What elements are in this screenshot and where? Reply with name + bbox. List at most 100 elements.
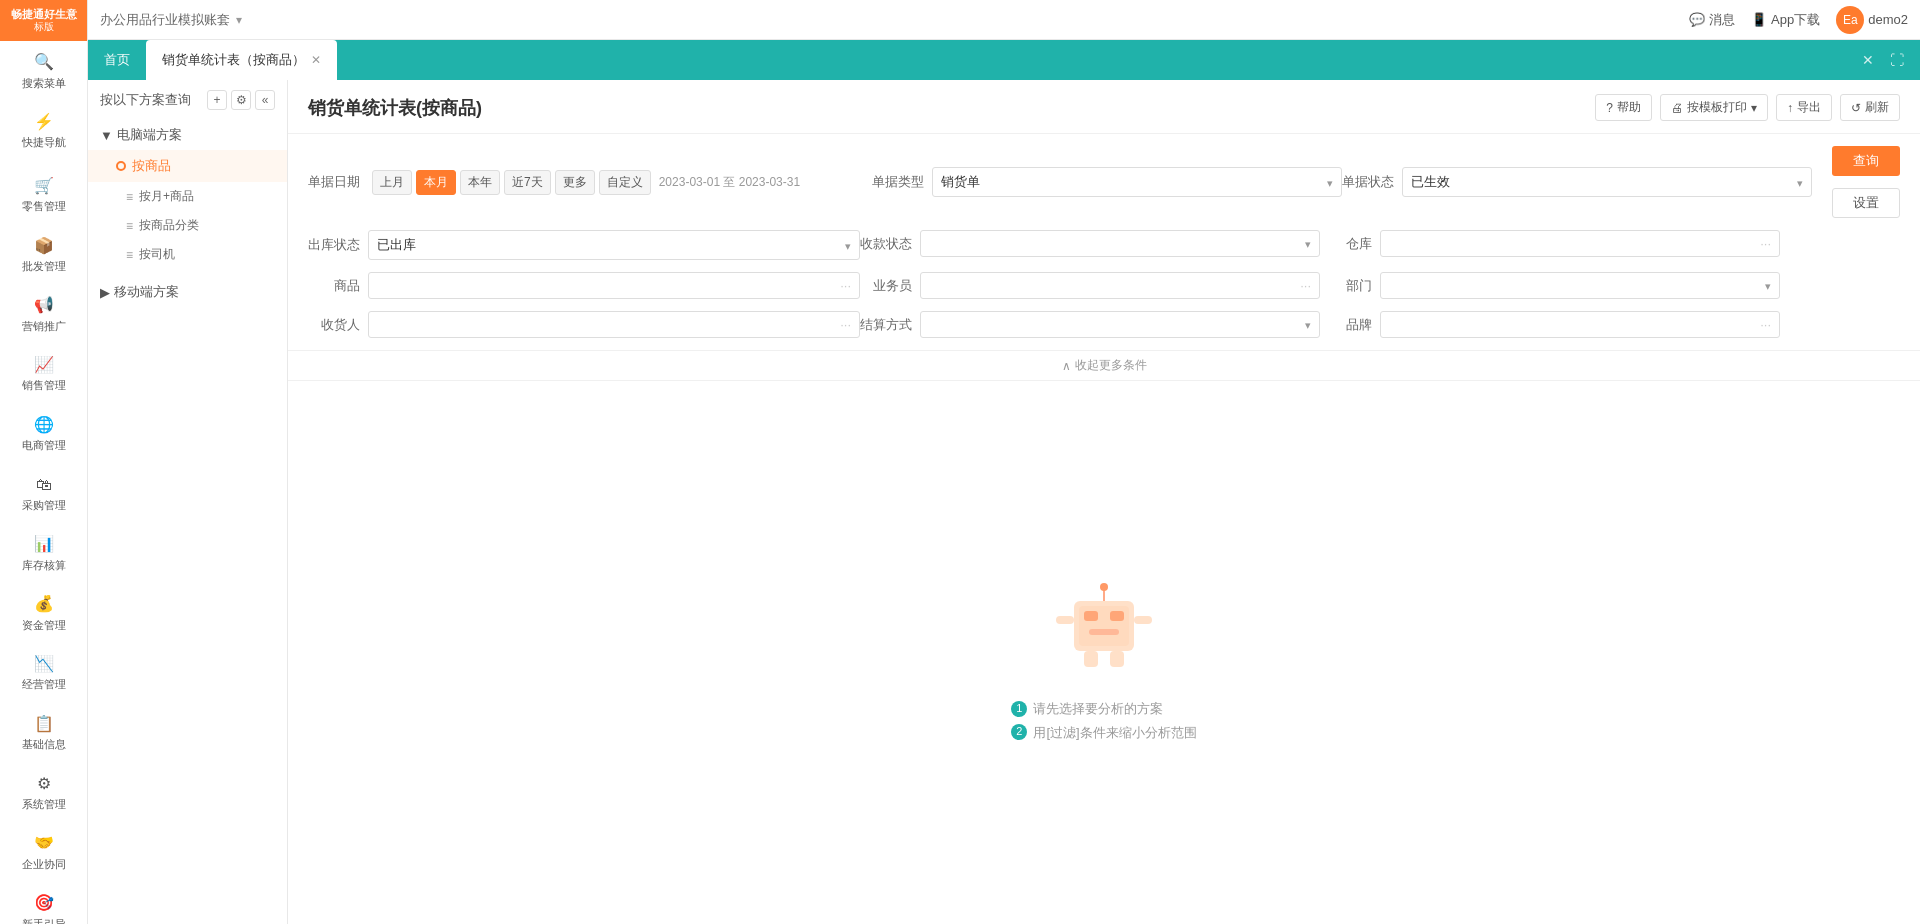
salesman-input[interactable]: ··· bbox=[920, 272, 1320, 299]
filter-group-docstatus: 单据状态 已生效 bbox=[1342, 167, 1812, 197]
sidebar-item-enterprise[interactable]: 🤝 企业协同 bbox=[0, 822, 87, 882]
doctype-chevron bbox=[1327, 175, 1333, 190]
help-btn[interactable]: ? 帮助 bbox=[1595, 94, 1652, 121]
svg-rect-2 bbox=[1084, 611, 1098, 621]
date-btn-7days[interactable]: 近7天 bbox=[504, 170, 551, 195]
warehouse-input[interactable]: ··· bbox=[1380, 230, 1780, 257]
scheme-header-actions: + ⚙ « bbox=[207, 90, 275, 110]
product-input[interactable]: ··· bbox=[368, 272, 860, 299]
breadcrumb: 办公用品行业模拟账套 ▾ bbox=[100, 11, 242, 29]
sidebar-item-finance[interactable]: 💰 资金管理 bbox=[0, 583, 87, 643]
date-btn-this-year[interactable]: 本年 bbox=[460, 170, 500, 195]
print-btn[interactable]: 🖨 按模板打印 ▾ bbox=[1660, 94, 1768, 121]
logo[interactable]: 畅捷通好生意 标版 bbox=[0, 0, 87, 41]
filter-group-outstatus: 出库状态 已出库 bbox=[308, 230, 860, 260]
scheme-cashier-icon: ≡ bbox=[126, 248, 133, 262]
query-button[interactable]: 查询 bbox=[1832, 146, 1900, 176]
receiver-ellipsis: ··· bbox=[840, 317, 851, 332]
scheme-add-btn[interactable]: + bbox=[207, 90, 227, 110]
date-btn-custom[interactable]: 自定义 bbox=[599, 170, 651, 195]
sidebar-item-system[interactable]: ⚙ 系统管理 bbox=[0, 763, 87, 823]
department-select[interactable] bbox=[1380, 272, 1780, 299]
sidebar-item-basic[interactable]: 📋 基础信息 bbox=[0, 703, 87, 763]
empty-tip-1: 1 请先选择要分析的方案 bbox=[1011, 697, 1196, 720]
docstatus-select[interactable]: 已生效 bbox=[1402, 167, 1812, 197]
scheme-header: 按以下方案查询 + ⚙ « bbox=[88, 80, 287, 116]
filter-row-3: 商品 ··· 业务员 ··· bbox=[308, 272, 1900, 299]
user-profile-btn[interactable]: Ea demo2 bbox=[1836, 6, 1908, 34]
filter-group-date: 单据日期 上月 本月 本年 近7天 更多 自定义 20 bbox=[308, 170, 872, 195]
scheme-collapse-btn[interactable]: « bbox=[255, 90, 275, 110]
sidebar-item-retail[interactable]: 🛒 零售管理 bbox=[0, 165, 87, 225]
scheme-item-by-product[interactable]: 按商品 bbox=[88, 150, 287, 182]
enterprise-icon: 🤝 bbox=[34, 832, 54, 854]
ecommerce-icon: 🌐 bbox=[34, 414, 54, 436]
tab-close-btn[interactable]: ✕ bbox=[311, 53, 321, 67]
docstatus-chevron bbox=[1797, 175, 1803, 190]
scheme-mobile-title[interactable]: ▶ 移动端方案 bbox=[88, 277, 287, 307]
doctype-select[interactable]: 销货单 bbox=[932, 167, 1342, 197]
tab-minimize-icon[interactable]: ✕ bbox=[1858, 48, 1878, 72]
collapse-row[interactable]: ∧ 收起更多条件 bbox=[288, 351, 1920, 381]
date-btn-last-month[interactable]: 上月 bbox=[372, 170, 412, 195]
date-btn-more[interactable]: 更多 bbox=[555, 170, 595, 195]
department-chevron bbox=[1765, 278, 1771, 293]
sidebar-item-sales[interactable]: 📈 销售管理 bbox=[0, 344, 87, 404]
setup-button[interactable]: 设置 bbox=[1832, 188, 1900, 218]
scheme-item-by-category[interactable]: ≡ 按商品分类 bbox=[88, 211, 287, 240]
breadcrumb-text: 办公用品行业模拟账套 bbox=[100, 11, 230, 29]
sidebar-item-ecommerce[interactable]: 🌐 电商管理 bbox=[0, 404, 87, 464]
empty-illustration bbox=[1044, 561, 1164, 681]
brand-input[interactable]: ··· bbox=[1380, 311, 1780, 338]
sales-icon: 📈 bbox=[34, 354, 54, 376]
scheme-settings-btn[interactable]: ⚙ bbox=[231, 90, 251, 110]
doctype-label: 单据类型 bbox=[872, 173, 932, 191]
scheme-mobile-section: ▶ 移动端方案 bbox=[88, 273, 287, 311]
content-wrapper: 按以下方案查询 + ⚙ « ▼ 电脑端方案 按商品 ≡ 按月+ bbox=[88, 80, 1920, 924]
sidebar-item-wholesale[interactable]: 📦 批发管理 bbox=[0, 225, 87, 285]
filter-group-department: 部门 bbox=[1320, 272, 1780, 299]
newbie-icon: 🎯 bbox=[34, 892, 54, 914]
tab-home[interactable]: 首页 bbox=[88, 40, 146, 80]
avatar: Ea bbox=[1836, 6, 1864, 34]
collapse-text: 收起更多条件 bbox=[1075, 357, 1147, 374]
date-range: 2023-03-01 至 2023-03-31 bbox=[659, 174, 800, 191]
scheme-pc-section: ▼ 电脑端方案 按商品 ≡ 按月+商品 ≡ 按商品分类 ≡ 按司机 bbox=[88, 116, 287, 273]
sidebar-item-purchase[interactable]: 🛍 采购管理 bbox=[0, 464, 87, 524]
sidebar-item-newbie[interactable]: 🎯 新手引导 bbox=[0, 882, 87, 924]
tab-sales-stat[interactable]: 销货单统计表（按商品） ✕ bbox=[146, 40, 337, 80]
breadcrumb-arrow: ▾ bbox=[236, 13, 242, 27]
product-label: 商品 bbox=[308, 277, 368, 295]
sidebar: 畅捷通好生意 标版 🔍 搜索菜单 ⚡ 快捷导航 🛒 零售管理 📦 批发管理 📢 … bbox=[0, 0, 88, 924]
empty-tips: 1 请先选择要分析的方案 2 用[过滤]条件来缩小分析范围 bbox=[1011, 697, 1196, 744]
app-download-btn[interactable]: 📱 App下载 bbox=[1751, 11, 1820, 29]
filter-group-warehouse: 仓库 ··· bbox=[1320, 230, 1780, 257]
scheme-pc-title[interactable]: ▼ 电脑端方案 bbox=[88, 120, 287, 150]
tab-bar-right: ✕ ⛶ bbox=[1858, 48, 1920, 72]
sidebar-item-marketing[interactable]: 📢 营销推广 bbox=[0, 284, 87, 344]
settlement-select[interactable] bbox=[920, 311, 1320, 338]
message-btn[interactable]: 💬 消息 bbox=[1689, 11, 1735, 29]
department-label: 部门 bbox=[1320, 277, 1380, 295]
sidebar-item-inventory[interactable]: 📊 库存核算 bbox=[0, 523, 87, 583]
export-btn[interactable]: ↑ 导出 bbox=[1776, 94, 1832, 121]
refresh-btn[interactable]: ↺ 刷新 bbox=[1840, 94, 1900, 121]
tab-bar: 首页 销货单统计表（按商品） ✕ ✕ ⛶ bbox=[88, 40, 1920, 80]
sidebar-item-operation[interactable]: 📉 经营管理 bbox=[0, 643, 87, 703]
date-btn-this-month[interactable]: 本月 bbox=[416, 170, 456, 195]
outstatus-select[interactable]: 已出库 bbox=[368, 230, 860, 260]
tab-maximize-icon[interactable]: ⛶ bbox=[1886, 48, 1908, 72]
quick-nav-icon: ⚡ bbox=[34, 111, 54, 133]
receiptstatus-label: 收款状态 bbox=[860, 235, 920, 253]
scheme-item-by-month-product[interactable]: ≡ 按月+商品 bbox=[88, 182, 287, 211]
page-header: 销货单统计表(按商品) ? 帮助 🖨 按模板打印 ▾ ↑ 导出 bbox=[288, 80, 1920, 134]
receiver-input[interactable]: ··· bbox=[368, 311, 860, 338]
filter-row-4: 收货人 ··· 结算方式 bbox=[308, 311, 1900, 338]
sidebar-item-quick-nav[interactable]: ⚡ 快捷导航 bbox=[0, 101, 87, 161]
filter-group-receiptstatus: 收款状态 bbox=[860, 230, 1320, 257]
tip-num-1: 1 bbox=[1011, 701, 1027, 717]
sidebar-item-search[interactable]: 🔍 搜索菜单 bbox=[0, 41, 87, 101]
receiptstatus-select[interactable] bbox=[920, 230, 1320, 257]
scheme-panel: 按以下方案查询 + ⚙ « ▼ 电脑端方案 按商品 ≡ 按月+ bbox=[88, 80, 288, 924]
scheme-item-by-cashier[interactable]: ≡ 按司机 bbox=[88, 240, 287, 269]
